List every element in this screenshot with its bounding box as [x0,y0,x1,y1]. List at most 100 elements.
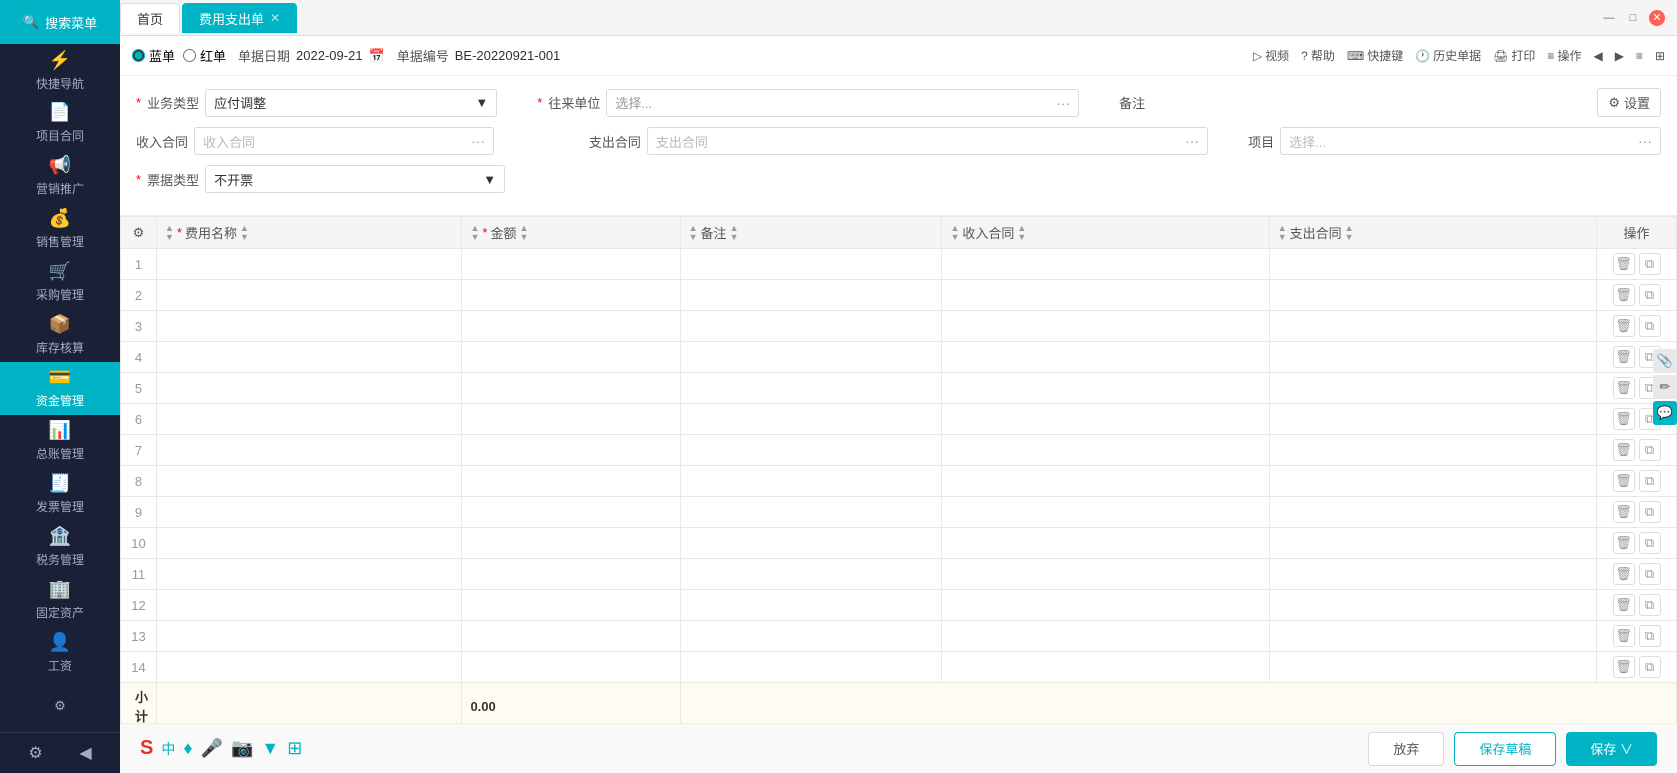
copy-icon[interactable]: ⧉ [1639,470,1661,492]
calendar-icon[interactable]: 📅 [369,48,385,64]
history-btn[interactable]: 🕐 历史单据 [1415,47,1481,64]
expense-contract-cell[interactable] [1269,559,1596,590]
amount-cell[interactable] [462,280,680,311]
nav-next-btn[interactable]: ▶ [1615,49,1624,63]
expense-contract-cell[interactable] [1269,373,1596,404]
notes-cell[interactable] [680,497,942,528]
amount-cell[interactable] [462,311,680,342]
sidebar-item-purchase[interactable]: 🛒 采购管理 [0,256,120,309]
income-contract-cell[interactable] [942,559,1269,590]
delete-icon[interactable]: 🗑 [1613,253,1635,275]
income-contract-cell[interactable] [942,280,1269,311]
income-contract-cell[interactable] [942,590,1269,621]
amount-cell[interactable] [462,559,680,590]
expense-name-cell[interactable] [157,342,462,373]
expense-name-cell[interactable] [157,528,462,559]
sidebar-item-funds[interactable]: 💳 资金管理 [0,362,120,415]
income-contract-cell[interactable] [942,466,1269,497]
blue-bill-radio[interactable]: 蓝单 [132,46,175,65]
sidebar-item-sales[interactable]: 💰 销售管理 [0,203,120,256]
sidebar-item-invoice[interactable]: 🧾 发票管理 [0,467,120,520]
amount-cell[interactable] [462,528,680,559]
expense-contract-cell[interactable] [1269,497,1596,528]
copy-icon[interactable]: ⧉ [1639,253,1661,275]
invoice-type-select[interactable]: 不开票 ▼ [205,165,505,193]
save-button[interactable]: 保存 ∨ [1566,732,1657,766]
sidebar-item-settings-bottom[interactable]: ⚙ [0,679,120,732]
income-contract-cell[interactable] [942,621,1269,652]
notes-cell[interactable] [680,249,942,280]
sidebar-search[interactable]: 🔍 搜索菜单 [0,0,120,44]
expense-name-cell[interactable] [157,280,462,311]
delete-icon[interactable]: 🗑 [1613,284,1635,306]
nav-prev-btn[interactable]: ◀ [1593,49,1602,63]
counterpart-dots[interactable]: ··· [1056,95,1070,111]
notes-cell[interactable] [680,311,942,342]
footer-icon-arrow[interactable]: ▼ [261,738,279,759]
delete-icon[interactable]: 🗑 [1613,315,1635,337]
float-icon-message[interactable]: 💬 [1653,401,1677,425]
expense-contract-cell[interactable] [1269,342,1596,373]
notes-cell[interactable] [680,528,942,559]
tab-expense[interactable]: 费用支出单 ✕ [182,3,297,33]
income-contract-input[interactable]: 收入合同 ··· [194,127,494,155]
amount-cell[interactable] [462,652,680,683]
col-expense-contract-header[interactable]: ▲▼ 支出合同 ▲▼ [1269,217,1596,249]
view-grid-btn[interactable]: ⊞ [1655,49,1665,63]
counterpart-input[interactable]: 选择... ··· [606,89,1079,117]
video-btn[interactable]: ▷ 视频 [1253,47,1289,64]
expense-contract-cell[interactable] [1269,652,1596,683]
amount-cell[interactable] [462,342,680,373]
business-type-select[interactable]: 应付调整 ▼ [205,89,497,117]
notes-cell[interactable] [680,373,942,404]
notes-cell[interactable] [680,559,942,590]
sidebar-item-salary[interactable]: 👤 工资 [0,626,120,679]
expense-contract-cell[interactable] [1269,466,1596,497]
window-close[interactable]: ✕ [1649,10,1665,26]
notes-cell[interactable] [680,280,942,311]
float-icon-edit[interactable]: ✏ [1653,375,1677,399]
delete-icon[interactable]: 🗑 [1613,377,1635,399]
expense-name-cell[interactable] [157,404,462,435]
notes-cell[interactable] [680,342,942,373]
expense-contract-cell[interactable] [1269,404,1596,435]
sidebar-item-fixed-assets[interactable]: 🏢 固定资产 [0,573,120,626]
shortcut-btn[interactable]: ⌨ 快捷键 [1347,47,1403,64]
copy-icon[interactable]: ⧉ [1639,594,1661,616]
delete-icon[interactable]: 🗑 [1613,625,1635,647]
copy-icon[interactable]: ⧉ [1639,656,1661,678]
delete-icon[interactable]: 🗑 [1613,439,1635,461]
view-list-btn[interactable]: ≡ [1636,49,1643,63]
expense-contract-cell[interactable] [1269,528,1596,559]
footer-icon-camera[interactable]: 📷 [231,738,253,759]
notes-cell[interactable] [680,590,942,621]
expense-contract-cell[interactable] [1269,435,1596,466]
float-icon-attachment[interactable]: 📎 [1653,349,1677,373]
sidebar-item-project-contract[interactable]: 📄 项目合同 [0,97,120,150]
abandon-button[interactable]: 放弃 [1368,732,1444,766]
sidebar-item-quick-nav[interactable]: ⚡ 快捷导航 [0,44,120,97]
window-minimize[interactable]: — [1601,10,1617,26]
notes-cell[interactable] [680,652,942,683]
expense-contract-dots[interactable]: ··· [1185,133,1199,149]
footer-icon-zhong[interactable]: 中 [161,739,175,759]
settings-button[interactable]: ⚙ 设置 [1597,88,1661,117]
amount-cell[interactable] [462,590,680,621]
amount-cell[interactable] [462,404,680,435]
notes-cell[interactable] [680,621,942,652]
income-contract-cell[interactable] [942,311,1269,342]
project-dots[interactable]: ··· [1638,133,1652,149]
copy-icon[interactable]: ⧉ [1639,439,1661,461]
delete-icon[interactable]: 🗑 [1613,532,1635,554]
income-contract-cell[interactable] [942,435,1269,466]
amount-cell[interactable] [462,249,680,280]
save-draft-button[interactable]: 保存草稿 [1454,732,1556,766]
income-contract-cell[interactable] [942,342,1269,373]
notes-cell[interactable] [680,466,942,497]
expense-name-cell[interactable] [157,559,462,590]
operations-btn[interactable]: ≡ 操作 [1547,47,1581,64]
copy-icon[interactable]: ⧉ [1639,532,1661,554]
delete-icon[interactable]: 🗑 [1613,346,1635,368]
income-contract-cell[interactable] [942,497,1269,528]
tab-home[interactable]: 首页 [120,3,180,33]
